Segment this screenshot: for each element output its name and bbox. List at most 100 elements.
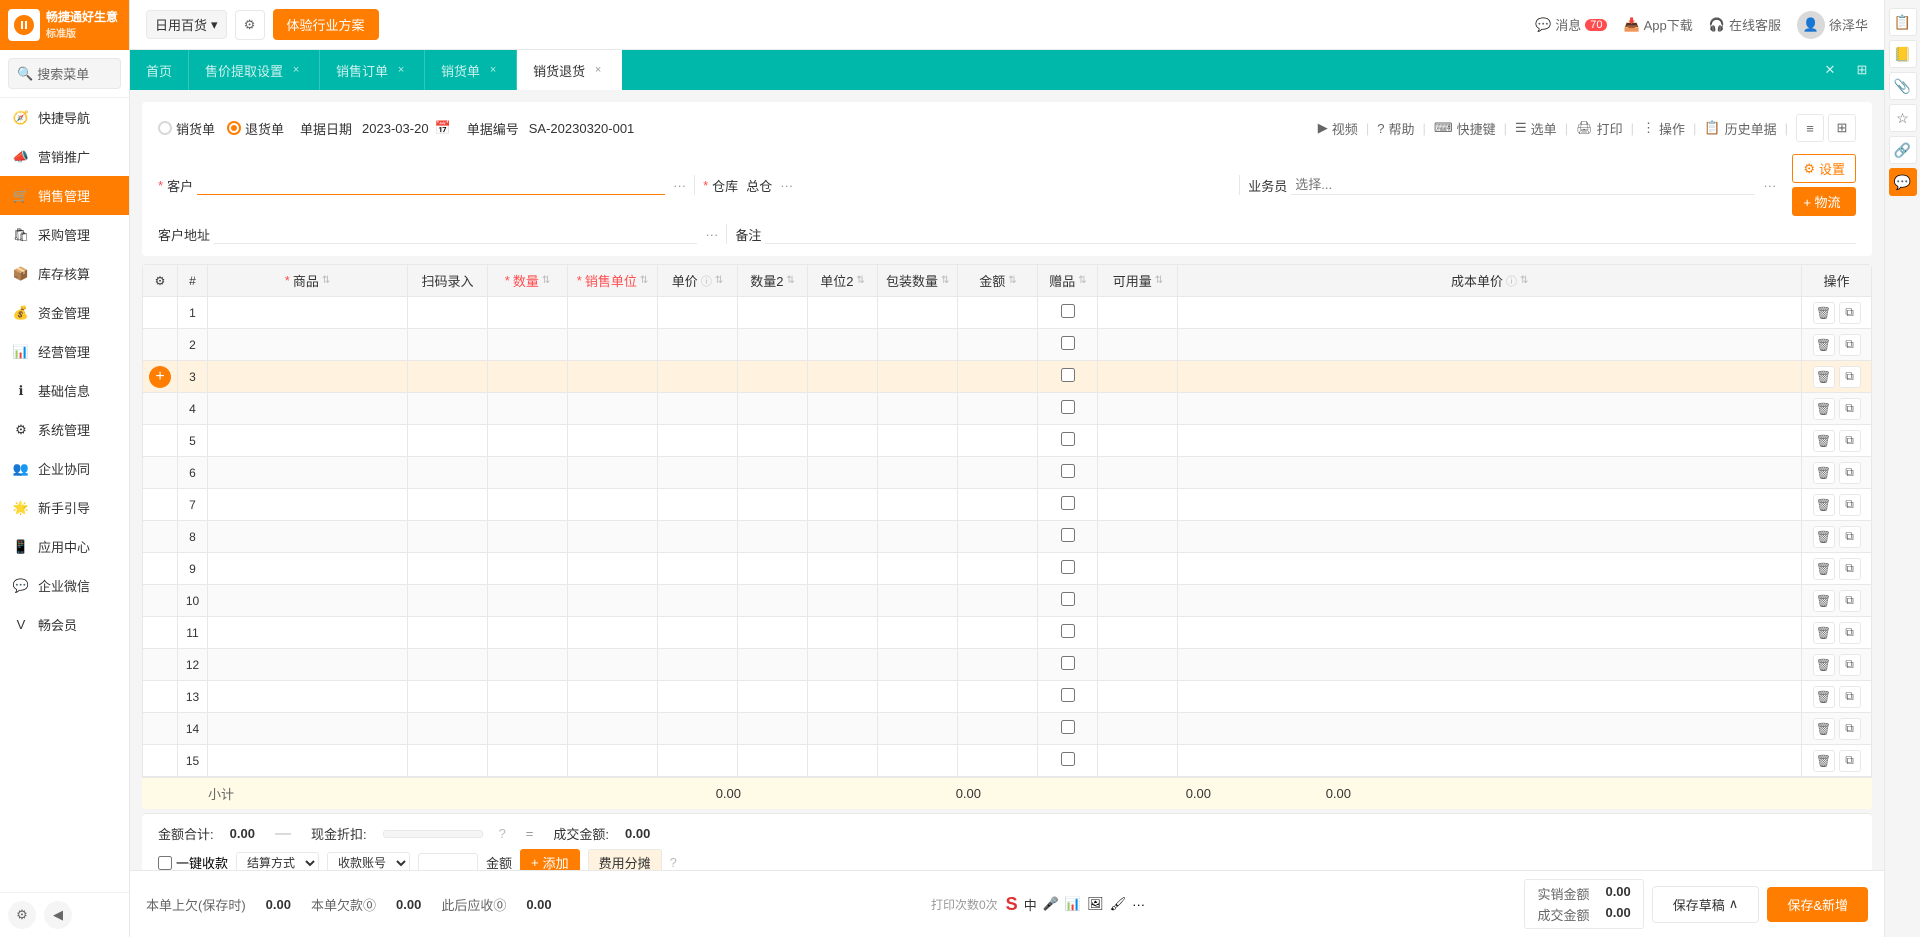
gift-checkbox[interactable] bbox=[1061, 400, 1075, 414]
delete-row-button[interactable]: 🗑 bbox=[1813, 654, 1835, 676]
unit2-cell[interactable] bbox=[808, 649, 878, 681]
unit-sort-icon[interactable]: ⇅ bbox=[640, 275, 648, 286]
unit2-cell[interactable] bbox=[808, 745, 878, 777]
gift-checkbox[interactable] bbox=[1061, 656, 1075, 670]
packqty-cell[interactable] bbox=[878, 457, 958, 489]
rs-btn-5[interactable]: 🔗 bbox=[1889, 136, 1917, 164]
copy-row-button[interactable]: ⧉ bbox=[1839, 462, 1861, 484]
qty-cell[interactable] bbox=[488, 649, 568, 681]
tab-sales-order-close[interactable]: × bbox=[394, 63, 408, 77]
online-service-button[interactable]: 🎧 在线客服 bbox=[1709, 15, 1781, 34]
qty-cell[interactable] bbox=[488, 745, 568, 777]
packqty-cell[interactable] bbox=[878, 617, 958, 649]
unit-cell[interactable] bbox=[568, 489, 658, 521]
available-cell[interactable] bbox=[1098, 425, 1178, 457]
rs-btn-3[interactable]: 📎 bbox=[1889, 72, 1917, 100]
message-button[interactable]: 💬 消息 70 bbox=[1535, 15, 1607, 34]
available-cell[interactable] bbox=[1098, 329, 1178, 361]
address-select-icon[interactable]: ··· bbox=[705, 227, 718, 242]
cost-price-cell[interactable] bbox=[1178, 585, 1802, 617]
price-cell[interactable] bbox=[658, 361, 738, 393]
close-all-tabs-button[interactable]: ✕ bbox=[1816, 56, 1844, 84]
packqty-cell[interactable] bbox=[878, 649, 958, 681]
unit2-cell[interactable] bbox=[808, 681, 878, 713]
unit2-cell[interactable] bbox=[808, 425, 878, 457]
available-cell[interactable] bbox=[1098, 553, 1178, 585]
copy-row-button[interactable]: ⧉ bbox=[1839, 494, 1861, 516]
available-cell[interactable] bbox=[1098, 489, 1178, 521]
gift-checkbox[interactable] bbox=[1061, 528, 1075, 542]
unit2-cell[interactable] bbox=[808, 521, 878, 553]
packqty-cell[interactable] bbox=[878, 393, 958, 425]
search-menu-button[interactable]: 🔍 搜索菜单 bbox=[8, 58, 121, 89]
price-cell[interactable] bbox=[658, 649, 738, 681]
unit2-cell[interactable] bbox=[808, 457, 878, 489]
qty2-cell[interactable] bbox=[738, 361, 808, 393]
qty2-cell[interactable] bbox=[738, 713, 808, 745]
user-info[interactable]: 👤 徐泽华 bbox=[1797, 11, 1868, 39]
category-select[interactable]: 日用百货 ▾ bbox=[146, 10, 227, 39]
sidebar-item-operations[interactable]: 📊 经营管理 bbox=[0, 332, 129, 371]
price-cell[interactable] bbox=[658, 297, 738, 329]
qty2-cell[interactable] bbox=[738, 489, 808, 521]
packqty-cell[interactable] bbox=[878, 489, 958, 521]
save-new-button[interactable]: 保存&新增 bbox=[1767, 887, 1868, 922]
fee-split-button[interactable]: 费用分摊 bbox=[588, 849, 662, 870]
packqty-cell[interactable] bbox=[878, 585, 958, 617]
delete-row-button[interactable]: 🗑 bbox=[1813, 750, 1835, 772]
packqty-cell[interactable] bbox=[878, 425, 958, 457]
packqty-cell[interactable] bbox=[878, 745, 958, 777]
cost-sort-icon[interactable]: ⇅ bbox=[1520, 275, 1528, 286]
available-cell[interactable] bbox=[1098, 745, 1178, 777]
gift-checkbox[interactable] bbox=[1061, 464, 1075, 478]
delete-row-button[interactable]: 🗑 bbox=[1813, 302, 1835, 324]
gift-checkbox[interactable] bbox=[1061, 336, 1075, 350]
goods-cell[interactable] bbox=[208, 329, 408, 361]
qty2-cell[interactable] bbox=[738, 585, 808, 617]
address-input[interactable] bbox=[214, 224, 697, 244]
rs-btn-4[interactable]: ☆ bbox=[1889, 104, 1917, 132]
toolbar-print[interactable]: 🖨 打印 bbox=[1576, 119, 1623, 138]
unit2-cell[interactable] bbox=[808, 585, 878, 617]
available-cell[interactable] bbox=[1098, 617, 1178, 649]
th-settings[interactable]: ⚙ bbox=[143, 265, 178, 297]
gift-checkbox[interactable] bbox=[1061, 624, 1075, 638]
sidebar-item-guide[interactable]: 🌟 新手引导 bbox=[0, 488, 129, 527]
unit-cell[interactable] bbox=[568, 393, 658, 425]
qty-cell[interactable] bbox=[488, 425, 568, 457]
price-cell[interactable] bbox=[658, 617, 738, 649]
goods-input[interactable] bbox=[214, 369, 401, 384]
salesman-select-icon[interactable]: ··· bbox=[1763, 178, 1776, 193]
unit2-cell[interactable] bbox=[808, 617, 878, 649]
qty-cell[interactable] bbox=[488, 361, 568, 393]
unit-cell[interactable] bbox=[568, 649, 658, 681]
copy-row-button[interactable]: ⧉ bbox=[1839, 750, 1861, 772]
goods-cell[interactable] bbox=[208, 585, 408, 617]
cost-price-cell[interactable] bbox=[1178, 521, 1802, 553]
available-cell[interactable] bbox=[1098, 713, 1178, 745]
sidebar-settings-button[interactable]: ⚙ bbox=[8, 901, 36, 929]
delete-row-button[interactable]: 🗑 bbox=[1813, 686, 1835, 708]
qty-cell[interactable] bbox=[488, 521, 568, 553]
amount-cell[interactable] bbox=[958, 361, 1038, 393]
tab-returns-close[interactable]: × bbox=[591, 63, 605, 77]
qty-cell[interactable] bbox=[488, 681, 568, 713]
toolbar-help[interactable]: ? 帮助 bbox=[1377, 119, 1414, 138]
account-number-input[interactable] bbox=[418, 853, 478, 871]
copy-row-button[interactable]: ⧉ bbox=[1839, 526, 1861, 548]
delete-row-button[interactable]: 🗑 bbox=[1813, 590, 1835, 612]
unit2-cell[interactable] bbox=[808, 713, 878, 745]
sidebar-item-collab[interactable]: 👥 企业协同 bbox=[0, 449, 129, 488]
unit2-cell[interactable] bbox=[808, 329, 878, 361]
available-sort-icon[interactable]: ⇅ bbox=[1155, 275, 1163, 286]
unit-cell[interactable] bbox=[568, 745, 658, 777]
sidebar-item-inventory[interactable]: 📦 库存核算 bbox=[0, 254, 129, 293]
cost-price-cell[interactable] bbox=[1178, 329, 1802, 361]
settlement-select[interactable]: 结算方式 bbox=[236, 852, 319, 871]
radio-return-order[interactable]: 退货单 bbox=[227, 119, 284, 138]
remark-input[interactable] bbox=[765, 224, 1856, 244]
collect-account-select[interactable]: 收款账号 bbox=[327, 852, 410, 871]
delete-row-button[interactable]: 🗑 bbox=[1813, 558, 1835, 580]
goods-sort-icon[interactable]: ⇅ bbox=[322, 275, 330, 286]
unit-cell[interactable] bbox=[568, 329, 658, 361]
